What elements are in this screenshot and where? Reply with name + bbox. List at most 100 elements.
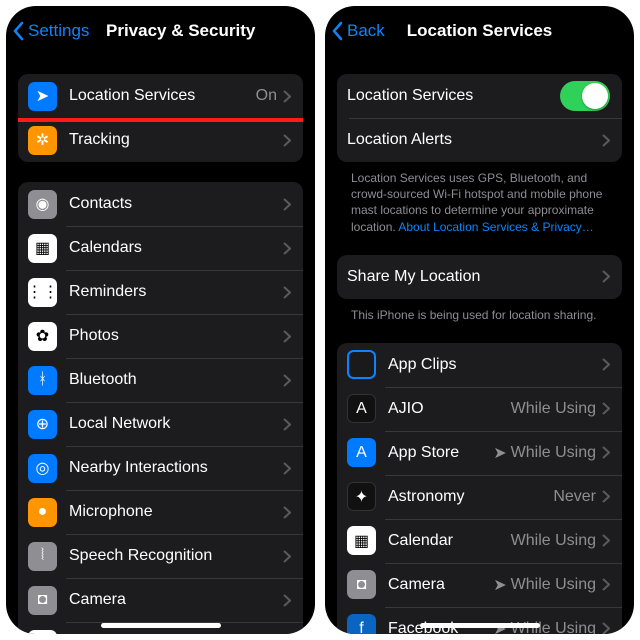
location-arrow-icon: ➤ [493,575,506,595]
right-navbar: Back Location Services [325,6,634,56]
back-button-right[interactable]: Back [331,21,385,41]
app-row[interactable]: ✦AstronomyNever [337,475,622,519]
app-row[interactable]: fFacebook➤ While Using [337,607,622,634]
locservices-row[interactable]: Location Services [337,74,622,118]
about-link[interactable]: About Location Services & Privacy… [398,220,593,234]
row-label: Photos [69,327,283,345]
settings-group: ➤Location ServicesOn ✲ Tracking [18,74,303,162]
share-location-row[interactable]: Share My Location [337,255,622,299]
chevron-right-icon [283,594,291,607]
app-value: ➤ While Using [493,575,596,595]
locservices-footer: Location Services uses GPS, Bluetooth, a… [337,162,622,235]
row-label: Contacts [69,195,283,213]
chevron-right-icon [602,446,610,459]
chevron-right-icon [602,358,610,371]
localnetwork-icon: ⊕ [28,410,57,439]
share-group: Share My Location [337,255,622,299]
speech-icon: ⦚ [28,542,57,571]
calendar-icon: ▦ [347,526,376,555]
right-content: Location Services Location Alerts Locati… [325,56,634,634]
location-icon: ➤ [28,82,57,111]
settings-row[interactable]: ᚼBluetooth [18,358,303,402]
app-row[interactable]: App Clips [337,343,622,387]
chevron-right-icon [602,622,610,634]
settings-row[interactable]: ◎ Nearby Interactions [18,446,303,490]
left-phone: Settings Privacy & Security ➤Location Se… [6,6,315,634]
back-button-left[interactable]: Settings [12,21,89,41]
app-label: AJIO [388,400,511,418]
app-row[interactable]: ▦ CalendarWhile Using [337,519,622,563]
chevron-right-icon [283,198,291,211]
row-value: On [256,87,277,105]
chevron-right-icon [283,550,291,563]
row-label: Local Network [69,415,283,433]
apps-group: App ClipsAAJIOWhile UsingAApp Store➤ Whi… [337,343,622,634]
facebook-icon: f [347,614,376,634]
chevron-right-icon [602,534,610,547]
location-alerts-row[interactable]: Location Alerts [337,118,622,162]
ajio-icon: A [347,394,376,423]
back-label-right: Back [347,21,385,41]
chevron-right-icon [602,578,610,591]
settings-row[interactable]: ✿Photos [18,314,303,358]
chevron-right-icon [283,374,291,387]
chevron-right-icon [602,270,610,283]
settings-row[interactable]: ✲ Tracking [18,118,303,162]
appclips-icon [347,350,376,379]
home-indicator [420,623,540,628]
appstore-icon: A [347,438,376,467]
settings-row[interactable]: ⊕ Local Network [18,402,303,446]
settings-row[interactable]: ⋮⋮ Reminders [18,270,303,314]
health-icon: ♥ [28,630,57,635]
row-label: Calendars [69,239,283,257]
row-label: Camera [69,591,283,609]
app-value: While Using [511,532,596,550]
nearby-icon: ◎ [28,454,57,483]
left-content: ➤Location ServicesOn ✲ Tracking ◉ Contacts ▦ C… [6,56,315,634]
location-arrow-icon: ➤ [493,443,506,463]
settings-row[interactable]: ◘Camera [18,578,303,622]
chevron-left-icon [331,21,345,41]
settings-row[interactable]: ▦ Calendars [18,226,303,270]
row-label: Tracking [69,131,283,149]
chevron-left-icon [12,21,26,41]
locservices-toggle[interactable] [560,81,610,111]
app-row[interactable]: A App Store➤ While Using [337,431,622,475]
right-phone: Back Location Services Location Services… [325,6,634,634]
app-value: ➤ While Using [493,443,596,463]
camera2-icon: ◘ [347,570,376,599]
settings-row[interactable]: ➤Location ServicesOn [18,74,303,118]
settings-row[interactable]: ⦚ Speech Recognition [18,534,303,578]
chevron-right-icon [283,286,291,299]
toggle-label: Location Services [347,87,560,105]
share-label: Share My Location [347,268,602,286]
calendars-icon: ▦ [28,234,57,263]
home-indicator [101,623,221,628]
app-label: App Clips [388,356,596,374]
row-label: Microphone [69,503,283,521]
chevron-right-icon [283,330,291,343]
bluetooth-icon: ᚼ [28,366,57,395]
app-label: Astronomy [388,488,553,506]
app-label: Calendar [388,532,511,550]
settings-row[interactable]: ◉ Contacts [18,182,303,226]
chevron-right-icon [283,242,291,255]
app-value: Never [553,488,596,506]
chevron-right-icon [283,90,291,103]
app-row[interactable]: A AJIOWhile Using [337,387,622,431]
reminders-icon: ⋮⋮ [28,278,57,307]
app-value: While Using [511,400,596,418]
chevron-right-icon [602,402,610,415]
row-label: Nearby Interactions [69,459,283,477]
contacts-icon: ◉ [28,190,57,219]
locservices-group: Location Services Location Alerts [337,74,622,162]
chevron-right-icon [283,462,291,475]
app-label: App Store [388,444,493,462]
microphone-icon: ● [28,498,57,527]
share-footer: This iPhone is being used for location s… [337,299,622,323]
settings-row[interactable]: ● Microphone [18,490,303,534]
row-label: Reminders [69,283,283,301]
app-row[interactable]: ◘Camera➤ While Using [337,563,622,607]
tracking-icon: ✲ [28,126,57,155]
row-label: Speech Recognition [69,547,283,565]
